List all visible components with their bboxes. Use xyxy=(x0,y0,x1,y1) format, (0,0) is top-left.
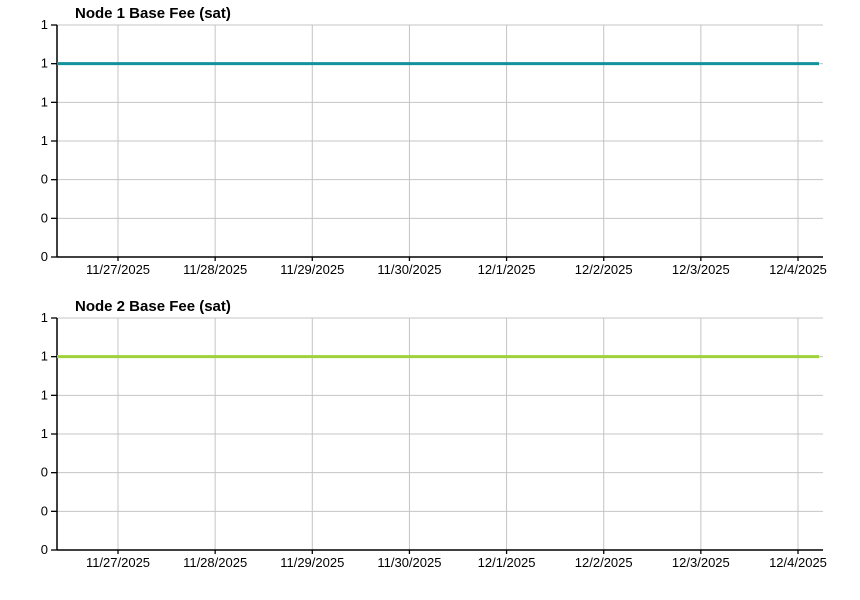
y-tick-label: 1 xyxy=(41,387,48,402)
chart-node-1-base-fee: Node 1 Base Fee (sat) 1 1 1 1 0 0 0 11/27/2025 1… xyxy=(0,0,860,293)
x-tick-label: 12/4/2025 xyxy=(769,262,827,277)
x-tick-label: 11/30/2025 xyxy=(377,262,441,277)
y-tick-label: 0 xyxy=(41,465,48,480)
y-tick-label: 1 xyxy=(41,94,48,109)
y-tick-label: 1 xyxy=(41,133,48,148)
x-tick-label: 12/1/2025 xyxy=(478,555,536,570)
y-tick-label: 0 xyxy=(41,210,48,225)
y-tick-label: 1 xyxy=(41,56,48,71)
x-tick-label: 12/2/2025 xyxy=(575,262,633,277)
x-tick-label: 11/27/2025 xyxy=(86,555,150,570)
y-tick-label: 0 xyxy=(41,542,48,557)
y-tick-label: 1 xyxy=(41,349,48,364)
x-tick-label: 11/30/2025 xyxy=(377,555,441,570)
x-tick-label: 11/27/2025 xyxy=(86,262,150,277)
chart-canvas-node-2: 1 1 1 1 0 0 0 11/27/2025 11/28/2025 11/29/2025 11/… xyxy=(41,310,827,570)
x-tick-label: 12/4/2025 xyxy=(769,555,827,570)
y-tick-label: 1 xyxy=(41,310,48,325)
x-tick-label: 11/28/2025 xyxy=(183,555,247,570)
y-tick-label: 1 xyxy=(41,426,48,441)
x-tick-label: 12/3/2025 xyxy=(672,555,730,570)
x-tick-label: 12/3/2025 xyxy=(672,262,730,277)
y-tick-label: 0 xyxy=(41,249,48,264)
y-tick-label: 0 xyxy=(41,172,48,187)
x-tick-label: 11/29/2025 xyxy=(280,555,344,570)
y-tick-label: 1 xyxy=(41,17,48,32)
chart-node-2-base-fee: Node 2 Base Fee (sat) 1 1 1 1 0 0 0 11/27/2025 1… xyxy=(0,293,860,586)
x-tick-label: 12/2/2025 xyxy=(575,555,633,570)
x-tick-label: 11/29/2025 xyxy=(280,262,344,277)
x-tick-label: 11/28/2025 xyxy=(183,262,247,277)
y-tick-label: 0 xyxy=(41,503,48,518)
x-tick-label: 12/1/2025 xyxy=(478,262,536,277)
chart-canvas-node-1: 1 1 1 1 0 0 0 11/27/2025 11/28/2025 11/29/2025 11/… xyxy=(41,17,827,277)
